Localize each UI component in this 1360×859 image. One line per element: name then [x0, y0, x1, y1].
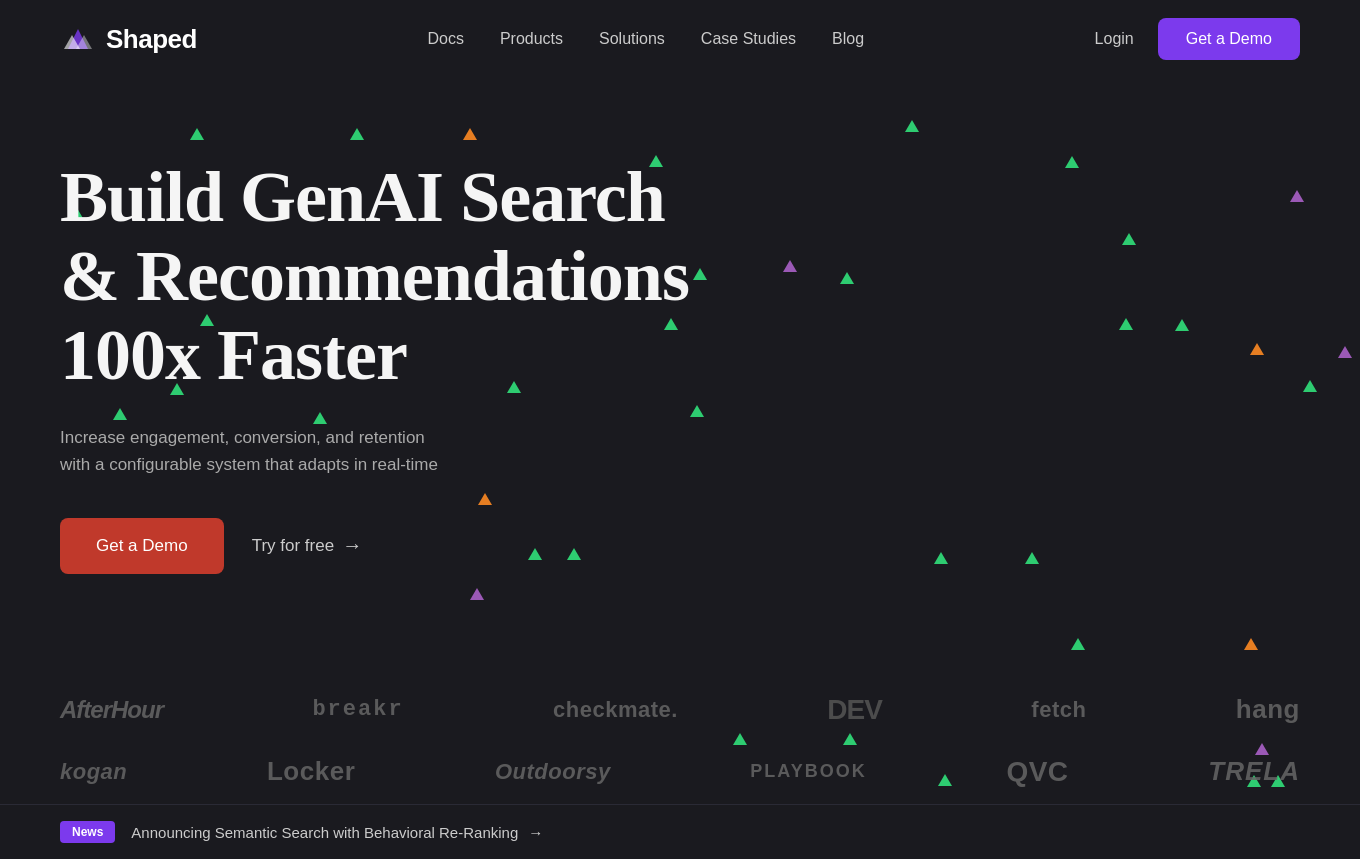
nav-right: Login Get a Demo: [1095, 18, 1300, 60]
navbar: Shaped Docs Products Solutions Case Stud…: [0, 0, 1360, 78]
logo-checkmate: checkmate.: [553, 697, 678, 723]
nav-docs[interactable]: Docs: [427, 30, 463, 47]
arrow-icon: →: [342, 534, 362, 557]
login-button[interactable]: Login: [1095, 30, 1134, 48]
nav-blog[interactable]: Blog: [832, 30, 864, 47]
logo-trela: TRELA: [1208, 756, 1300, 787]
news-announcement: Announcing Semantic Search with Behavior…: [131, 824, 518, 841]
try-free-text: Try for free: [252, 536, 335, 556]
logos-row-2: kogan Locker Outdoorsy PLAYBOOK QVC TREL…: [60, 756, 1300, 788]
logo-locker: Locker: [267, 756, 355, 787]
logo-afterhour: AfterHour: [60, 696, 163, 724]
brand-name: Shaped: [106, 24, 197, 55]
logo-playbook: PLAYBOOK: [750, 761, 866, 782]
news-text: Announcing Semantic Search with Behavior…: [131, 824, 543, 841]
hero-subtitle-line1: Increase engagement, conversion, and ret…: [60, 428, 425, 447]
logos-row-1: AfterHour breakr checkmate. DEV fetch ha…: [60, 694, 1300, 726]
try-free-link[interactable]: Try for free →: [252, 534, 363, 557]
nav-links: Docs Products Solutions Case Studies Blo…: [427, 30, 864, 48]
logo-qvc: QVC: [1006, 756, 1068, 788]
news-bar[interactable]: News Announcing Semantic Search with Beh…: [0, 804, 1360, 859]
logo-hang: hang: [1236, 694, 1300, 725]
news-badge: News: [60, 821, 115, 843]
hero-ctas: Get a Demo Try for free →: [60, 518, 1300, 574]
nav-demo-button[interactable]: Get a Demo: [1158, 18, 1300, 60]
hero-title: Build GenAI Search & Recommendations 100…: [60, 158, 700, 396]
hero-subtitle-line2: with a configurable system that adapts i…: [60, 455, 438, 474]
nav-products[interactable]: Products: [500, 30, 563, 47]
logo-breakr: breakr: [312, 697, 403, 722]
logo-kogan: kogan: [60, 759, 127, 785]
nav-case-studies[interactable]: Case Studies: [701, 30, 796, 47]
hero-subtitle: Increase engagement, conversion, and ret…: [60, 424, 560, 478]
nav-solutions[interactable]: Solutions: [599, 30, 665, 47]
logo-icon: [60, 21, 96, 57]
logo-outdoorsy: Outdoorsy: [495, 759, 611, 785]
logo-area: Shaped: [60, 21, 197, 57]
hero-demo-button[interactable]: Get a Demo: [60, 518, 224, 574]
logo-dev: DEV: [827, 694, 882, 726]
logo-fetch: fetch: [1031, 697, 1086, 723]
news-arrow-icon: →: [528, 824, 543, 841]
hero-section: Build GenAI Search & Recommendations 100…: [0, 78, 1360, 634]
